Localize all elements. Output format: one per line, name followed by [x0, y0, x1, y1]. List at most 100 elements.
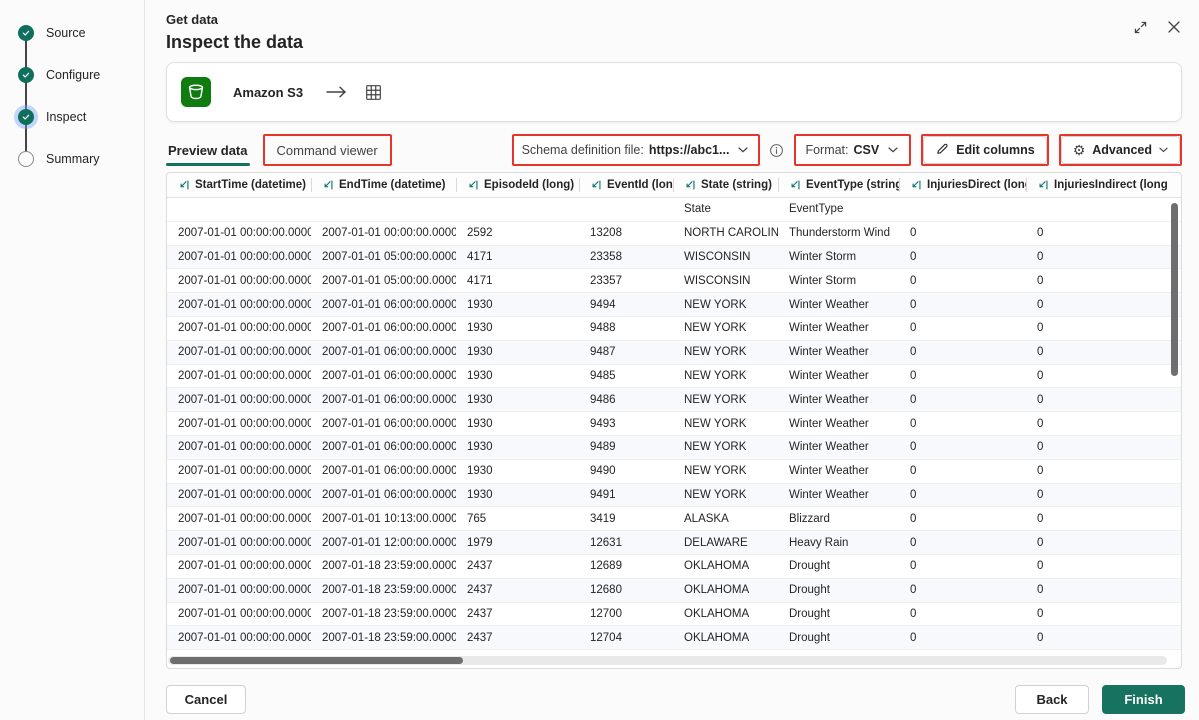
table-cell: 0 — [910, 560, 917, 573]
info-icon[interactable] — [769, 134, 784, 166]
table-cell: 12704 — [590, 631, 622, 644]
table-cell: 2007-01-01 00:00:00.0000 — [178, 584, 311, 597]
table-cell: 1979 — [467, 536, 493, 549]
table-cell: 2007-01-01 00:00:00.0000 — [178, 631, 311, 644]
table-cell: Winter Weather — [789, 465, 869, 478]
table-cell: 9489 — [590, 441, 616, 454]
column-header-episodeid[interactable]: EpisodeId (long) — [456, 173, 579, 197]
table-cell: 9491 — [590, 488, 616, 501]
table-cell: 0 — [910, 322, 917, 335]
tab-command-viewer[interactable]: Command viewer — [262, 134, 392, 166]
expand-icon[interactable] — [1131, 18, 1149, 36]
stepper-step-configure[interactable]: Configure — [18, 67, 100, 83]
table-cell: Winter Weather — [789, 298, 869, 311]
table-cell: 3419 — [590, 512, 616, 525]
table-header-row: StartTime (datetime) EndTime (datetime) Ep… — [167, 173, 1181, 198]
table-cell: 0 — [1037, 560, 1044, 573]
stepper-step-inspect[interactable]: Inspect — [18, 109, 86, 125]
table-cell: 2007-01-01 00:00:00.0000 — [178, 560, 311, 573]
table-cell: Drought — [789, 607, 830, 620]
tab-preview-data[interactable]: Preview data — [166, 134, 250, 166]
table-row: 2007-01-01 00:00:00.0000 2007-01-01 06:00… — [167, 412, 1181, 436]
step-label: Summary — [46, 152, 100, 166]
table-cell: 0 — [910, 298, 917, 311]
table-cell: 1930 — [467, 393, 493, 406]
table-cell: 0 — [910, 227, 917, 240]
table-cell: 2437 — [467, 607, 493, 620]
column-header-state[interactable]: State (string) — [673, 173, 778, 197]
column-header-injuriesdirect[interactable]: InjuriesDirect (long) — [899, 173, 1026, 197]
table-cell: 2437 — [467, 560, 493, 573]
table-row: 2007-01-01 00:00:00.0000 2007-01-01 06:00… — [167, 340, 1181, 365]
column-mapping-icon — [178, 179, 190, 191]
table-cell: NEW YORK — [684, 369, 747, 382]
close-icon[interactable] — [1165, 18, 1183, 36]
table-cell: 0 — [910, 536, 917, 549]
table-cell: 2007-01-01 12:00:00.0000 — [322, 536, 456, 549]
edit-columns-button[interactable]: Edit columns — [921, 134, 1049, 166]
table-cell: 2007-01-01 00:00:00.0000 — [178, 607, 311, 620]
step-done-icon — [18, 25, 34, 41]
table-cell: Winter Weather — [789, 346, 869, 359]
table-cell: Heavy Rain — [789, 536, 849, 549]
vertical-scrollbar-thumb[interactable] — [1171, 203, 1178, 376]
table-cell: ALASKA — [684, 512, 729, 525]
table-cell: Winter Weather — [789, 369, 869, 382]
stepper-step-source[interactable]: Source — [18, 25, 86, 41]
table-cell: 2007-01-01 05:00:00.0000 — [322, 250, 456, 263]
column-header-eventtype[interactable]: EventType (string) — [778, 173, 899, 197]
step-label: Inspect — [46, 110, 87, 124]
amazon-s3-bucket-icon — [181, 77, 211, 107]
table-cell: 2007-01-01 06:00:00.0000 — [322, 488, 456, 501]
table-cell: Winter Weather — [789, 417, 869, 430]
table-cell: NEW YORK — [684, 322, 747, 335]
table-cell: 12680 — [590, 584, 622, 597]
table-cell: 0 — [1037, 417, 1044, 430]
column-header-injuriesindirect[interactable]: InjuriesIndirect (long) — [1026, 173, 1167, 197]
schema-definition-file-dropdown[interactable]: Schema definition file: https://abc1... — [511, 134, 761, 166]
table-cell: 2007-01-01 00:00:00.0000 — [178, 298, 311, 311]
table-row: 2007-01-01 00:00:00.0000 2007-01-18 23:59… — [167, 602, 1181, 627]
back-button[interactable]: Back — [1015, 685, 1089, 714]
table-cell: 0 — [910, 441, 917, 454]
table-cell: 2007-01-01 00:00:00.0000 — [322, 227, 456, 240]
table-cell: 0 — [910, 488, 917, 501]
table-cell: 1930 — [467, 346, 493, 359]
table-cell: 0 — [1037, 346, 1044, 359]
finish-button[interactable]: Finish — [1102, 685, 1185, 714]
table-cell: Winter Storm — [789, 250, 857, 263]
tab-label: Preview data — [168, 142, 248, 158]
table-cell: 0 — [910, 607, 917, 620]
preview-data-table: StartTime (datetime) EndTime (datetime) Ep… — [166, 172, 1182, 669]
table-cell: 1930 — [467, 465, 493, 478]
table-cell: 2007-01-01 06:00:00.0000 — [322, 393, 456, 406]
format-dropdown[interactable]: Format: CSV — [794, 134, 912, 166]
table-cell: WISCONSIN — [684, 250, 751, 263]
table-cell: 9486 — [590, 393, 616, 406]
column-mapping-icon — [590, 179, 602, 191]
table-row: 2007-01-01 00:00:00.0000 2007-01-01 06:00… — [167, 483, 1181, 508]
table-cell — [579, 198, 673, 221]
table-cell: 0 — [910, 512, 917, 525]
table-cell: 2007-01-18 23:59:00.0000 — [322, 560, 456, 573]
column-header-endtime[interactable]: EndTime (datetime) — [311, 173, 456, 197]
table-cell: 0 — [910, 465, 917, 478]
table-cell: 0 — [910, 631, 917, 644]
column-header-starttime[interactable]: StartTime (datetime) — [167, 173, 311, 197]
table-cell: 2592 — [467, 227, 493, 240]
table-cell: 2007-01-01 10:13:00.0000 — [322, 512, 456, 525]
cancel-button[interactable]: Cancel — [166, 685, 246, 714]
table-row: 2007-01-01 00:00:00.0000 2007-01-01 06:00… — [167, 293, 1181, 317]
column-mapping-icon — [910, 179, 922, 191]
column-header-eventid[interactable]: EventId (long) — [579, 173, 673, 197]
table-row: 2007-01-01 00:00:00.0000 2007-01-01 12:00… — [167, 531, 1181, 555]
table-row: 2007-01-01 00:00:00.0000 2007-01-01 06:00… — [167, 316, 1181, 341]
stepper-step-summary[interactable]: Summary — [18, 151, 99, 167]
table-cell: NEW YORK — [684, 346, 747, 359]
table-cell: 2007-01-01 06:00:00.0000 — [322, 322, 456, 335]
table-row: 2007-01-01 00:00:00.0000 2007-01-01 06:00… — [167, 388, 1181, 413]
table-cell: NEW YORK — [684, 417, 747, 430]
table-cell: NEW YORK — [684, 488, 747, 501]
horizontal-scrollbar-thumb[interactable] — [170, 657, 463, 664]
advanced-button[interactable]: ⚙ Advanced — [1058, 134, 1182, 166]
